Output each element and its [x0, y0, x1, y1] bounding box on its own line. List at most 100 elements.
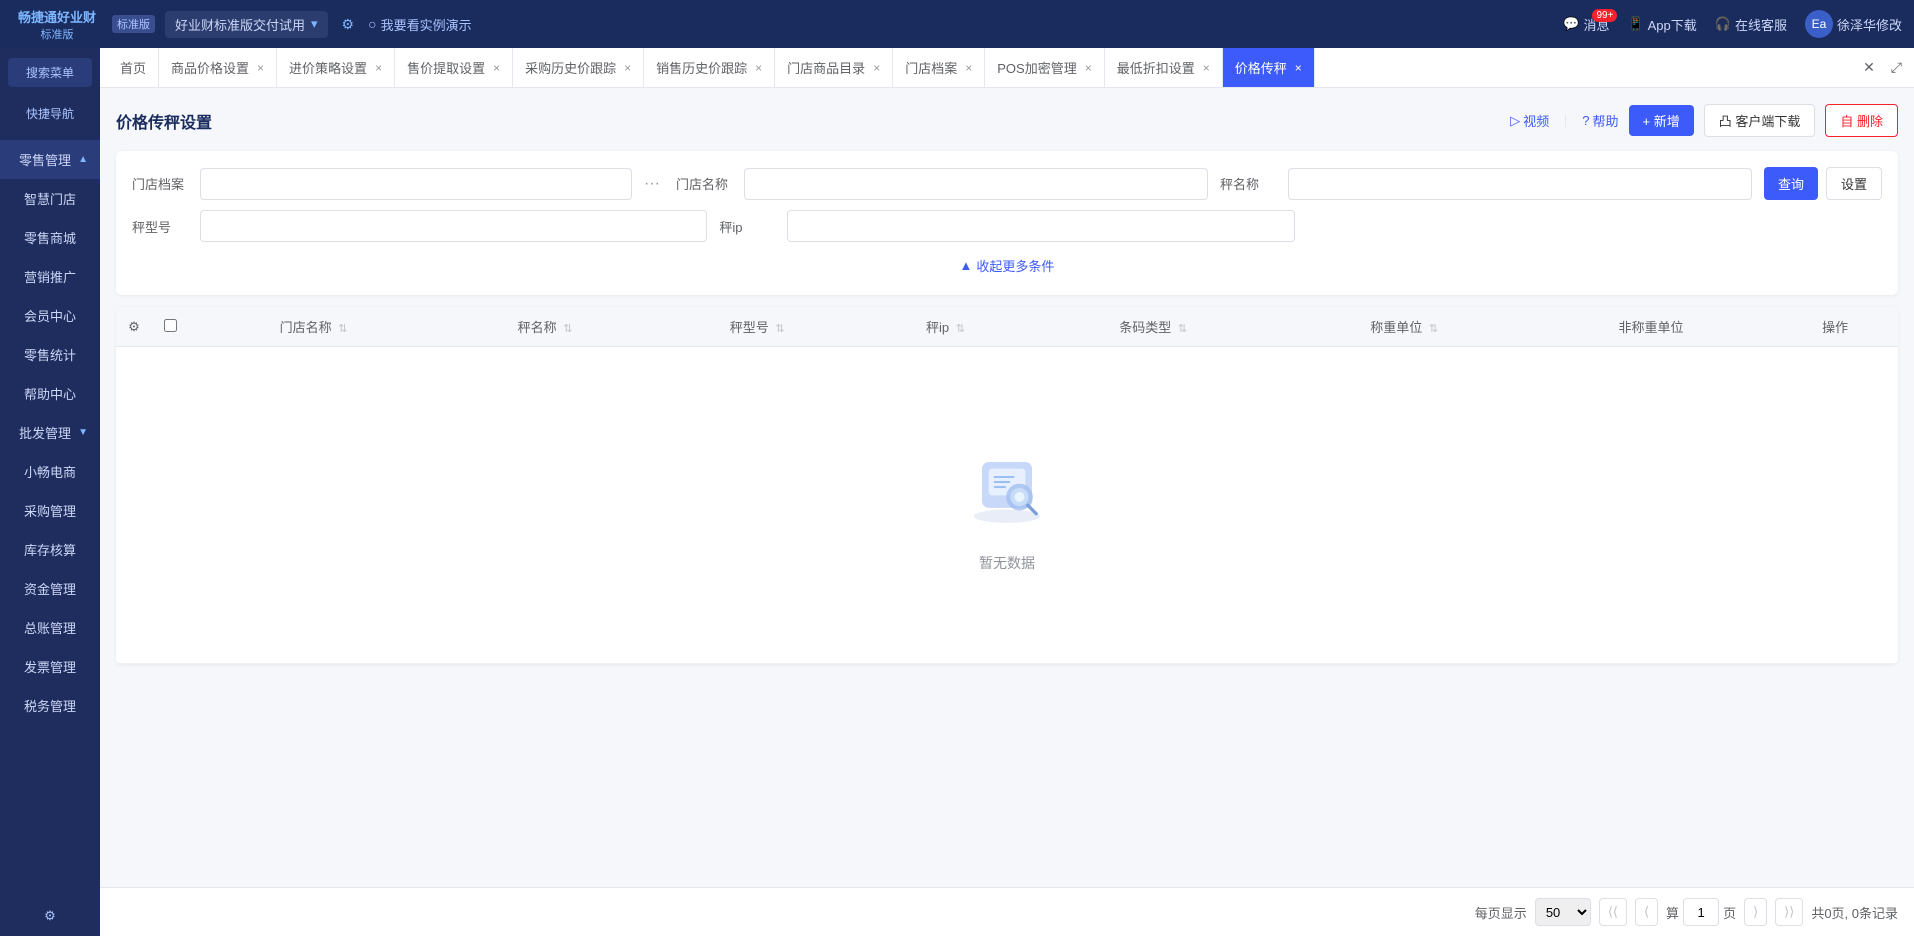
tab-sales-history[interactable]: 销售历史价跟踪 × — [644, 48, 775, 88]
filter-store-name-input[interactable] — [744, 168, 1208, 200]
tab-label: POS加密管理 — [997, 58, 1076, 77]
next-page-button[interactable]: ⟩ — [1744, 898, 1767, 926]
tab-label: 销售历史价跟踪 — [656, 58, 747, 77]
delete-button[interactable]: 自 删除 — [1825, 104, 1898, 137]
close-icon[interactable]: × — [873, 61, 880, 75]
close-icon[interactable]: × — [1203, 61, 1210, 75]
sidebar-label: 小畅电商 — [12, 462, 88, 481]
sidebar-item-wholesale-mgmt[interactable]: 批发管理 ▼ — [0, 413, 100, 452]
close-icon[interactable]: × — [1085, 61, 1092, 75]
th-weight-unit: 称重单位 ⇅ — [1279, 307, 1530, 347]
sidebar-item-marketing[interactable]: 营销推广 — [0, 257, 100, 296]
sidebar-label: 零售统计 — [12, 345, 88, 364]
th-gear[interactable]: ⚙ — [116, 307, 152, 347]
filter-row-1: 门店档案 ··· 门店名称 秤名称 查询 — [132, 167, 1882, 200]
settings-icon[interactable]: ⚙ — [338, 12, 359, 37]
settings-button[interactable]: 设置 — [1826, 167, 1882, 200]
prev-page-button[interactable]: ⟨ — [1635, 898, 1658, 926]
close-icon[interactable]: × — [375, 61, 382, 75]
close-icon[interactable]: × — [755, 61, 762, 75]
filter-store-profile-label: 门店档案 — [132, 174, 192, 193]
user-item[interactable]: Ea 徐泽华修改 — [1805, 10, 1902, 38]
tab-selling-price[interactable]: 售价提取设置 × — [395, 48, 513, 88]
sort-icon[interactable]: ⇅ — [1429, 323, 1438, 335]
tab-label: 商品价格设置 — [171, 58, 249, 77]
messages-item[interactable]: 💬 消息 99+ — [1563, 15, 1609, 34]
quick-nav-button[interactable]: 快捷导航 — [8, 99, 92, 128]
sort-icon[interactable]: ⇅ — [1178, 323, 1187, 335]
sort-icon[interactable]: ⇅ — [563, 323, 572, 335]
tab-product-price-settings[interactable]: 商品价格设置 × — [159, 48, 277, 88]
collapse-button[interactable]: ▲ 收起更多条件 — [960, 252, 1055, 279]
col-label: 非称重单位 — [1618, 320, 1683, 335]
tab-pos-management[interactable]: POS加密管理 × — [985, 48, 1104, 88]
sidebar-item-retail-mall[interactable]: 零售商城 — [0, 218, 100, 257]
sidebar-item-retail-stats[interactable]: 零售统计 — [0, 335, 100, 374]
sidebar-item-purchase-mgmt[interactable]: 采购管理 — [0, 491, 100, 530]
tab-home[interactable]: 首页 — [108, 48, 159, 88]
sidebar-item-general-ledger[interactable]: 总账管理 — [0, 608, 100, 647]
sidebar-item-help-center[interactable]: 帮助中心 — [0, 374, 100, 413]
sidebar-gear-button[interactable]: ⚙ — [0, 896, 100, 936]
add-button[interactable]: + 新增 — [1629, 105, 1694, 136]
sort-icon[interactable]: ⇅ — [338, 323, 347, 335]
sidebar-label: 批发管理 — [12, 423, 78, 442]
sidebar-item-smart-store[interactable]: 智慧门店 — [0, 179, 100, 218]
tab-purchase-history[interactable]: 采购历史价跟踪 × — [513, 48, 644, 88]
user-name: 徐泽华修改 — [1837, 15, 1902, 34]
tab-purchase-strategy[interactable]: 进价策略设置 × — [277, 48, 395, 88]
tab-store-catalog[interactable]: 门店商品目录 × — [775, 48, 893, 88]
close-icon[interactable]: × — [624, 61, 631, 75]
version-selector[interactable]: 好业财标准版交付试用 ▾ — [165, 11, 328, 38]
help-link[interactable]: ? 帮助 — [1582, 111, 1618, 130]
headset-icon: 🎧 — [1715, 16, 1731, 32]
close-icon[interactable]: × — [257, 61, 264, 75]
sidebar-item-member-center[interactable]: 会员中心 — [0, 296, 100, 335]
th-operation: 操作 — [1772, 307, 1898, 347]
query-button[interactable]: 查询 — [1764, 167, 1818, 200]
demo-button[interactable]: 我要看实例演示 — [368, 15, 471, 34]
last-page-button[interactable]: ⟩⟩ — [1775, 898, 1803, 926]
filter-scale-model-label: 秤型号 — [132, 217, 192, 236]
page-number-input[interactable] — [1683, 898, 1719, 926]
gear-icon[interactable]: ⚙ — [128, 319, 140, 334]
first-page-button[interactable]: ⟨⟨ — [1599, 898, 1627, 926]
logo-area: 畅捷通好业财 标准版 — [12, 7, 102, 42]
sidebar-item-finance-mgmt[interactable]: 资金管理 — [0, 569, 100, 608]
online-service-item[interactable]: 🎧 在线客服 — [1715, 15, 1787, 34]
sidebar-item-inventory[interactable]: 库存核算 — [0, 530, 100, 569]
sidebar-item-invoice-mgmt[interactable]: 发票管理 — [0, 647, 100, 686]
tab-store-profile[interactable]: 门店档案 × — [893, 48, 985, 88]
logo-title: 畅捷通好业财 — [18, 7, 96, 26]
filter-store-profile-input[interactable] — [200, 168, 632, 200]
filter-scale-name-input[interactable] — [1288, 168, 1752, 200]
sidebar-label: 零售管理 — [12, 150, 78, 169]
close-icon[interactable]: × — [965, 61, 972, 75]
tab-price-transfer[interactable]: 价格传秤 × — [1223, 48, 1315, 88]
sidebar-item-retail-mgmt[interactable]: 零售管理 ▲ — [0, 140, 100, 179]
app-download-item[interactable]: 📱 App下载 — [1627, 15, 1696, 34]
filter-scale-ip-input[interactable] — [787, 210, 1294, 242]
sidebar-item-xiaochange[interactable]: 小畅电商 — [0, 452, 100, 491]
download-button[interactable]: 凸 客户端下载 — [1704, 104, 1816, 137]
top-right-area: 💬 消息 99+ 📱 App下载 🎧 在线客服 Ea 徐泽华修改 — [1563, 10, 1902, 38]
query-label: 查询 — [1778, 174, 1804, 193]
per-page-label: 每页显示 — [1475, 903, 1527, 922]
expand-icon[interactable]: ⤢ — [1887, 55, 1906, 80]
sort-icon[interactable]: ⇅ — [956, 323, 965, 335]
filter-scale-model-input[interactable] — [200, 210, 707, 242]
close-tab-icon[interactable]: ✕ — [1859, 55, 1879, 80]
per-page-select[interactable]: 10 20 50 100 — [1535, 898, 1591, 926]
select-all-checkbox[interactable] — [164, 319, 177, 332]
close-icon[interactable]: × — [1295, 61, 1302, 75]
more-icon[interactable]: ··· — [640, 175, 664, 193]
close-icon[interactable]: × — [493, 61, 500, 75]
search-menu-button[interactable]: 搜索菜单 — [8, 58, 92, 87]
sort-icon[interactable]: ⇅ — [775, 323, 784, 335]
filter-store-name-label: 门店名称 — [676, 174, 736, 193]
sidebar-item-tax-mgmt[interactable]: 税务管理 — [0, 686, 100, 725]
filter-card: 门店档案 ··· 门店名称 秤名称 查询 — [116, 151, 1898, 295]
tab-min-discount[interactable]: 最低折扣设置 × — [1105, 48, 1223, 88]
video-link[interactable]: ▷ 视频 — [1510, 111, 1549, 130]
th-checkbox[interactable] — [152, 307, 188, 347]
